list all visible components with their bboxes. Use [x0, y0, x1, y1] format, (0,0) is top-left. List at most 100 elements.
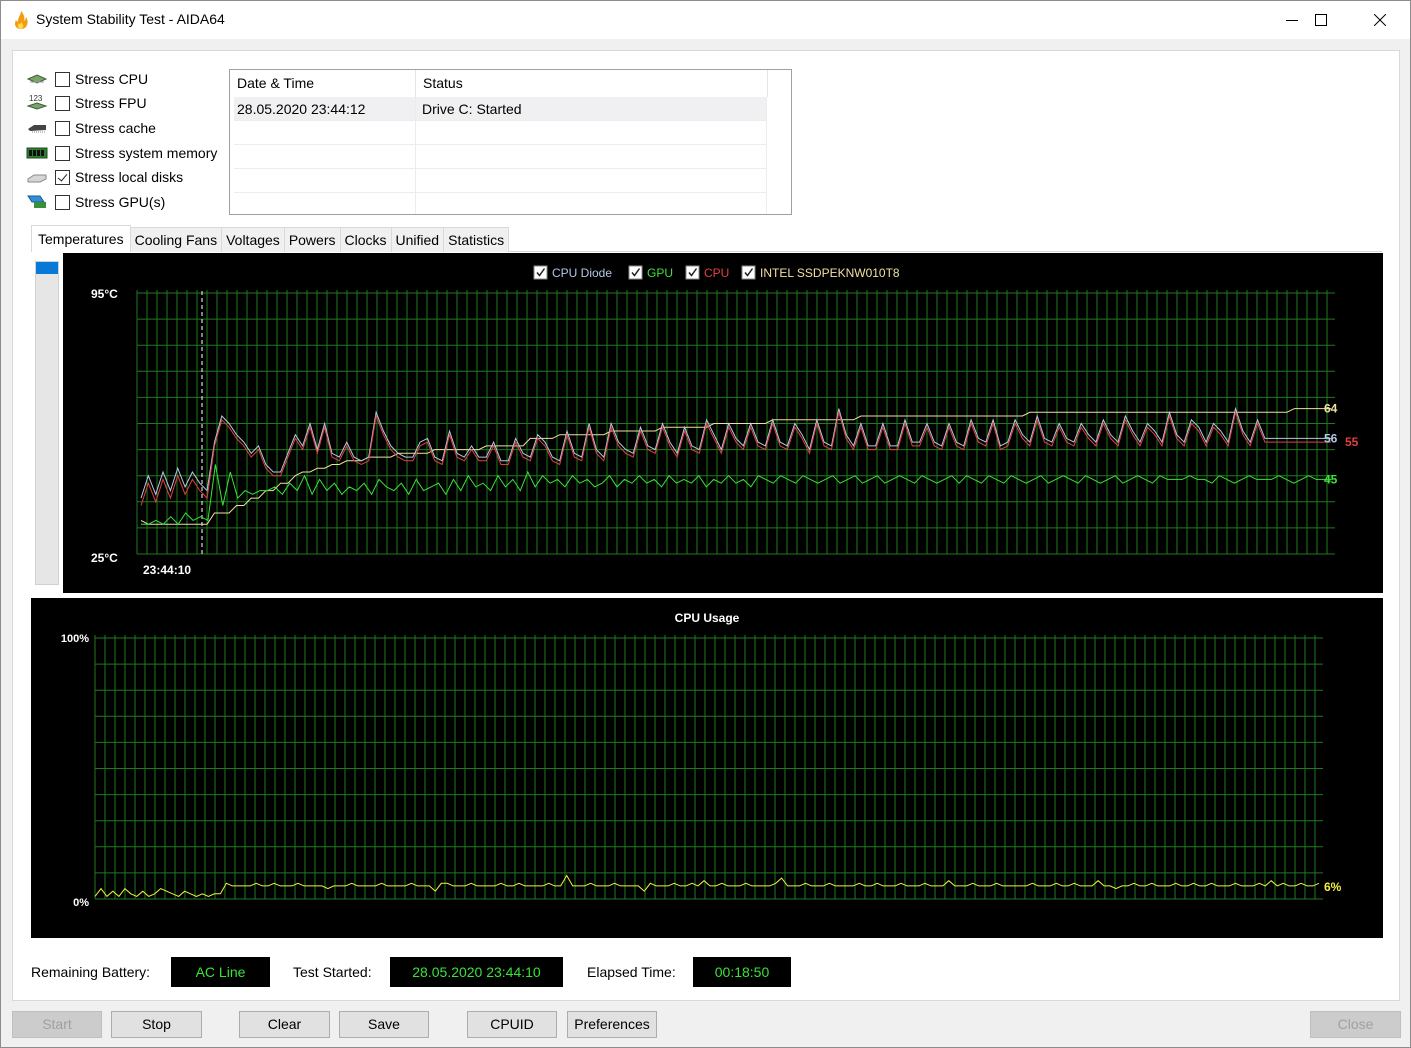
current-value-cpu: 55: [1345, 435, 1359, 449]
window-title: System Stability Test - AIDA64: [36, 11, 225, 27]
stress-gpu-option[interactable]: Stress GPU(s): [26, 191, 236, 213]
stress-gpu-checkbox[interactable]: [55, 194, 70, 210]
tab-cooling-fans[interactable]: Cooling Fans: [129, 227, 223, 252]
chart-scrollbar-thumb[interactable]: [36, 262, 58, 274]
clear-button[interactable]: Clear: [239, 1011, 330, 1038]
svg-text:123: 123: [29, 94, 43, 103]
legend-checkbox[interactable]: [685, 265, 700, 280]
legend-item-intel-ssdpeknw010t8[interactable]: INTEL SSDPEKNW010T8: [741, 265, 900, 280]
cpu-usage-grid: [94, 635, 1323, 900]
temperature-current-values: 56 55 45 64: [1324, 402, 1359, 487]
legend-item-cpu[interactable]: CPU: [685, 265, 729, 280]
stress-cpu-label: Stress CPU: [75, 71, 149, 87]
legend-item-cpu-diode[interactable]: CPU Diode: [533, 265, 612, 280]
log-row-empty: [234, 193, 767, 214]
fpu-chip-icon: 123: [26, 94, 48, 111]
start-button[interactable]: Start: [12, 1011, 102, 1038]
stress-memory-label: Stress system memory: [75, 145, 218, 161]
current-value-cpu-diode: 56: [1324, 431, 1338, 445]
battery-label: Remaining Battery:: [31, 964, 151, 980]
stress-memory-checkbox[interactable]: [55, 145, 70, 161]
sensor-tabs: Temperatures Cooling Fans Voltages Power…: [31, 225, 510, 252]
tab-voltages[interactable]: Voltages: [221, 227, 285, 252]
stress-cpu-option[interactable]: Stress CPU: [26, 68, 236, 90]
preferences-button[interactable]: Preferences: [567, 1011, 657, 1038]
temperature-chart-svg: CPU Diode GPU CPU INTEL SSDPEKNW010T8 95°C …: [91, 265, 1359, 577]
legend-checkbox[interactable]: [741, 265, 756, 280]
stress-disks-option[interactable]: Stress local disks: [26, 166, 236, 188]
tab-clocks[interactable]: Clocks: [339, 227, 392, 252]
x-start-label: 23:44:10: [143, 563, 191, 577]
log-row-empty: [234, 145, 767, 169]
stress-disks-label: Stress local disks: [75, 169, 184, 185]
memory-module-icon: [26, 145, 48, 161]
elapsed-time-label: Elapsed Time:: [587, 964, 676, 980]
close-button[interactable]: Close: [1310, 1011, 1401, 1038]
legend-label: CPU: [704, 266, 729, 280]
stress-fpu-label: Stress FPU: [75, 95, 147, 111]
stress-gpu-label: Stress GPU(s): [75, 194, 166, 210]
cpu-chip-icon: [26, 71, 48, 87]
temperature-chart: CPU Diode GPU CPU INTEL SSDPEKNW010T8 95°C …: [63, 253, 1383, 593]
aida64-window: System Stability Test - AIDA64 Stress CP…: [0, 0, 1411, 1048]
log-row[interactable]: 28.05.2020 23:44:12 Drive C: Started: [234, 97, 767, 121]
y-max-label: 95°C: [91, 287, 118, 301]
cpuid-button[interactable]: CPUID: [467, 1011, 557, 1038]
disk-drive-icon: [26, 169, 48, 185]
cpu-usage-title: CPU Usage: [675, 611, 740, 625]
stress-memory-option[interactable]: Stress system memory: [26, 142, 236, 164]
flame-icon: [15, 11, 28, 29]
stress-fpu-option[interactable]: 123 Stress FPU: [26, 92, 236, 114]
cache-chip-icon: [26, 120, 48, 136]
title-bar: System Stability Test - AIDA64: [1, 1, 1410, 39]
stress-cache-checkbox[interactable]: [55, 120, 70, 136]
cpu-usage-chart-svg: CPU Usage 100% 0% 6%: [61, 611, 1342, 909]
column-datetime[interactable]: Date & Time: [230, 70, 416, 97]
cpu-y-max-label: 100%: [61, 633, 89, 645]
series-cpu: [140, 410, 1331, 506]
stop-button[interactable]: Stop: [111, 1011, 202, 1038]
temperature-legend: CPU Diode GPU CPU INTEL SSDPEKNW010T8: [533, 265, 900, 280]
series-gpu: [141, 464, 1331, 525]
test-started-value: 28.05.2020 23:44:10: [390, 957, 563, 987]
chart-scrollbar[interactable]: [35, 261, 59, 585]
save-button[interactable]: Save: [339, 1011, 429, 1038]
tab-powers[interactable]: Powers: [283, 227, 341, 252]
cpu-usage-current-value: 6%: [1324, 880, 1342, 894]
elapsed-time-value: 00:18:50: [693, 957, 791, 987]
legend-checkbox[interactable]: [628, 265, 643, 280]
stress-fpu-checkbox[interactable]: [55, 95, 70, 111]
temperature-grid: [136, 290, 1335, 555]
maximize-icon: [1315, 14, 1327, 26]
temperature-series: [140, 406, 1331, 525]
legend-item-gpu[interactable]: GPU: [628, 265, 673, 280]
current-value-gpu: 45: [1324, 472, 1338, 486]
tab-temperatures[interactable]: Temperatures: [31, 225, 131, 252]
close-icon: [1374, 14, 1386, 26]
test-started-label: Test Started:: [293, 964, 372, 980]
main-panel: Stress CPU 123 Stress FPU Stress cache S…: [12, 50, 1400, 1001]
tab-unified[interactable]: Unified: [390, 227, 445, 252]
legend-checkbox[interactable]: [533, 265, 548, 280]
tab-statistics[interactable]: Statistics: [443, 227, 510, 252]
stress-cache-option[interactable]: Stress cache: [26, 117, 236, 139]
log-header: Date & Time Status: [230, 70, 768, 97]
log-row-datetime: 28.05.2020 23:44:12: [234, 97, 416, 120]
series-intel-ssdpeknw010t8: [140, 408, 1331, 525]
log-row-status: Drive C: Started: [416, 97, 767, 120]
stress-cpu-checkbox[interactable]: [55, 71, 70, 87]
legend-label: CPU Diode: [552, 266, 612, 280]
stress-disks-checkbox[interactable]: [55, 169, 70, 185]
series-cpu-diode: [140, 406, 1331, 499]
close-window-button[interactable]: [1351, 1, 1409, 39]
log-row-empty: [234, 169, 767, 193]
gpu-card-icon: [26, 194, 48, 210]
current-value-intel-ssdpeknw010t8: 64: [1324, 402, 1338, 416]
maximize-button[interactable]: [1292, 1, 1350, 39]
log-row-empty: [234, 121, 767, 145]
cpu-usage-chart: CPU Usage 100% 0% 6%: [31, 598, 1383, 938]
cpu-y-min-label: 0%: [73, 897, 89, 909]
column-status[interactable]: Status: [416, 70, 768, 97]
legend-label: GPU: [647, 266, 673, 280]
legend-label: INTEL SSDPEKNW010T8: [760, 266, 900, 280]
